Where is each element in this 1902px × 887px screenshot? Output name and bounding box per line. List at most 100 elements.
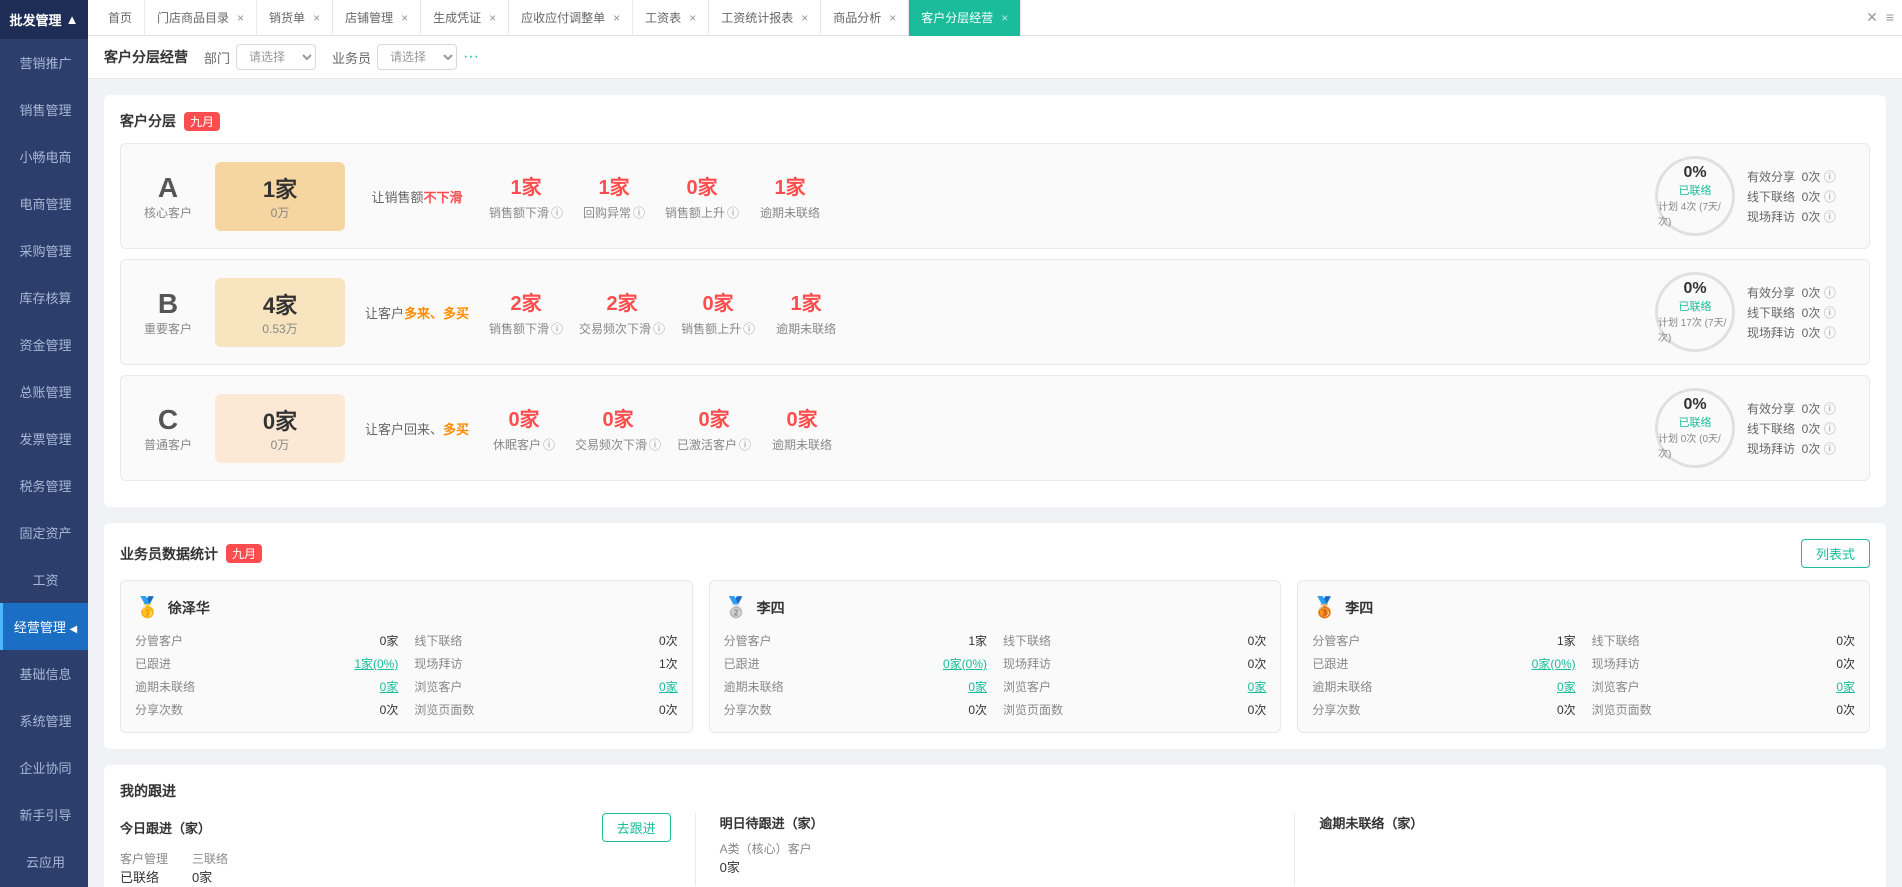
sidebar-top[interactable]: 批发管理 ▲: [0, 0, 88, 39]
sidebar-item-yingxiao[interactable]: 营销推广: [0, 39, 88, 86]
metric-a-2-count: 0家: [686, 171, 717, 200]
biz-row-1-5: 浏览客户0家: [1003, 678, 1266, 695]
visit-info-c[interactable]: ⓘ: [1824, 442, 1836, 456]
tab-salary[interactable]: 工资表 ×: [633, 0, 709, 36]
info-icon-c1[interactable]: ⓘ: [649, 436, 661, 453]
sidebar-item-fapiao[interactable]: 发票管理: [0, 415, 88, 462]
tier-c-stats: 0家 0万: [215, 394, 345, 463]
info-icon-a0[interactable]: ⓘ: [551, 204, 563, 221]
info-icon-b2[interactable]: ⓘ: [743, 320, 755, 337]
today-followup-header-row: 今日跟进（家） 去跟进: [120, 813, 671, 842]
close-all-icon[interactable]: ✕: [1866, 9, 1878, 26]
tab-salaryreport[interactable]: 工资统计报表 ×: [709, 0, 821, 36]
tomorrow-followup-col: 明日待跟进（家） A类（核心）客户 0家: [720, 813, 1271, 876]
tier-a-amount: 0万: [231, 204, 329, 221]
sidebar-item-xinshou[interactable]: 新手引导: [0, 791, 88, 838]
metric-b-0[interactable]: 2家 销售额下滑 ⓘ: [489, 287, 563, 337]
offline-info-c[interactable]: ⓘ: [1824, 422, 1836, 436]
sidebar-item-gudingzichan[interactable]: 固定资产: [0, 509, 88, 556]
today-followup-bottom: 客户管理 已联络 三联络 0家: [120, 850, 671, 886]
tab-products-close[interactable]: ×: [237, 11, 244, 25]
filter-more-icon[interactable]: ···: [463, 48, 479, 66]
tier-b-circle-pct: 0%: [1683, 280, 1706, 298]
biz-grid-0: 分管客户0家 线下联络0次 已跟进1家(0%) 现场拜访1次 逾期未联络0家 浏…: [135, 632, 678, 718]
tier-b-action-highlight: 多来、多买: [404, 306, 469, 321]
visit-info-b[interactable]: ⓘ: [1824, 326, 1836, 340]
list-view-button[interactable]: 列表式: [1801, 539, 1870, 568]
tab-customer[interactable]: 客户分层经营 ×: [909, 0, 1021, 36]
sales-select[interactable]: 请选择: [377, 44, 457, 70]
tab-payable[interactable]: 应收应付调整单 ×: [509, 0, 633, 36]
info-icon-b1[interactable]: ⓘ: [653, 320, 665, 337]
sidebar-item-yun[interactable]: 云应用: [0, 838, 88, 885]
info-icon-a2[interactable]: ⓘ: [727, 204, 739, 221]
tier-b-amount: 0.53万: [231, 320, 329, 337]
metric-a-3[interactable]: 1家 逾期未联络: [755, 171, 825, 221]
sidebar-item-diangshang[interactable]: 电商管理: [0, 180, 88, 227]
biz-row-0-3: 现场拜访1次: [414, 655, 677, 672]
tab-customer-close[interactable]: ×: [1001, 11, 1008, 25]
sidebar-item-shuiwu[interactable]: 税务管理: [0, 462, 88, 509]
offline-info-b[interactable]: ⓘ: [1824, 306, 1836, 320]
tab-voucher[interactable]: 生成凭证 ×: [421, 0, 509, 36]
metric-a-0[interactable]: 1家 销售额下滑 ⓘ: [489, 171, 563, 221]
metric-b-2[interactable]: 0家 销售额上升 ⓘ: [681, 287, 755, 337]
share-info-c[interactable]: ⓘ: [1824, 402, 1836, 416]
sidebar-item-xitong[interactable]: 系统管理: [0, 697, 88, 744]
sidebar-item-xiaoshou[interactable]: 销售管理: [0, 86, 88, 133]
sidebar-item-gongzi[interactable]: 工资: [0, 556, 88, 603]
customer-tier-section: 客户分层 九月 A 核心客户 1家 0万 让销售额不下滑 1家: [104, 95, 1886, 507]
sidebar-item-xiaodian[interactable]: 小畅电商: [0, 133, 88, 180]
biz-card-0-header: 🥇 徐泽华: [135, 595, 678, 620]
dept-select[interactable]: 请选择: [236, 44, 316, 70]
tab-salaryreport-close[interactable]: ×: [801, 11, 808, 25]
tab-sales-close[interactable]: ×: [313, 11, 320, 25]
sidebar-item-zhangzhang[interactable]: 总账管理: [0, 368, 88, 415]
metric-b-1[interactable]: 2家 交易频次下滑 ⓘ: [579, 287, 665, 337]
followup-tomorrow-item-0: A类（核心）客户 0家: [720, 840, 812, 876]
tier-row-a: A 核心客户 1家 0万 让销售额不下滑 1家 销售额下滑 ⓘ 1家: [120, 143, 1870, 249]
metric-c-0[interactable]: 0家 休眠客户 ⓘ: [489, 403, 559, 453]
sidebar-item-kucun[interactable]: 库存核算: [0, 274, 88, 321]
visit-info-a[interactable]: ⓘ: [1824, 210, 1836, 224]
metric-c-2[interactable]: 0家 已激活客户 ⓘ: [677, 403, 751, 453]
content-area: 客户分层 九月 A 核心客户 1家 0万 让销售额不下滑 1家: [88, 79, 1902, 887]
tab-goods[interactable]: 商品分析 ×: [821, 0, 909, 36]
info-icon-a1[interactable]: ⓘ: [633, 204, 645, 221]
offline-info-a[interactable]: ⓘ: [1824, 190, 1836, 204]
tab-voucher-close[interactable]: ×: [489, 11, 496, 25]
tab-store-close[interactable]: ×: [401, 11, 408, 25]
sidebar-item-caigou[interactable]: 采购管理: [0, 227, 88, 274]
metric-a-2[interactable]: 0家 销售额上升 ⓘ: [665, 171, 739, 221]
sidebar-item-jichu[interactable]: 基础信息: [0, 650, 88, 697]
tab-salary-close[interactable]: ×: [689, 11, 696, 25]
sidebar-item-jingying[interactable]: 经营管理 ◀: [0, 603, 88, 650]
metric-b-3[interactable]: 1家 逾期未联络: [771, 287, 841, 337]
tab-products[interactable]: 门店商品目录 ×: [145, 0, 257, 36]
tab-goods-close[interactable]: ×: [889, 11, 896, 25]
info-icon-b0[interactable]: ⓘ: [551, 320, 563, 337]
tab-sales[interactable]: 销货单 ×: [257, 0, 333, 36]
metric-c-3[interactable]: 0家 逾期未联络: [767, 403, 837, 453]
tab-sales-label: 销货单: [269, 9, 305, 26]
info-icon-c2[interactable]: ⓘ: [739, 436, 751, 453]
sales-label: 业务员: [332, 48, 371, 67]
biz-name-2: 李四: [1345, 598, 1373, 618]
goto-followup-button[interactable]: 去跟进: [602, 813, 671, 842]
info-icon-c0[interactable]: ⓘ: [543, 436, 555, 453]
sidebar-item-qiye[interactable]: 企业协同: [0, 744, 88, 791]
tier-b-circle-plan: 计划 17次 (7天/次): [1658, 314, 1732, 344]
share-info-a[interactable]: ⓘ: [1824, 170, 1836, 184]
tier-c-stat-0: 有效分享 0次 ⓘ: [1747, 400, 1857, 417]
tab-payable-close[interactable]: ×: [613, 11, 620, 25]
metric-c-1[interactable]: 0家 交易频次下滑 ⓘ: [575, 403, 661, 453]
tier-a-letter: A: [133, 172, 203, 204]
tab-store[interactable]: 店铺管理 ×: [333, 0, 421, 36]
tab-home[interactable]: 首页: [96, 0, 145, 36]
metric-a-1[interactable]: 1家 回购异常 ⓘ: [579, 171, 649, 221]
share-info-b[interactable]: ⓘ: [1824, 286, 1836, 300]
tier-c-action-highlight: 多买: [443, 422, 469, 437]
sidebar-item-zijin[interactable]: 资金管理: [0, 321, 88, 368]
biz-badge: 九月: [226, 544, 262, 563]
tabs-menu-icon[interactable]: ≡: [1886, 9, 1894, 26]
